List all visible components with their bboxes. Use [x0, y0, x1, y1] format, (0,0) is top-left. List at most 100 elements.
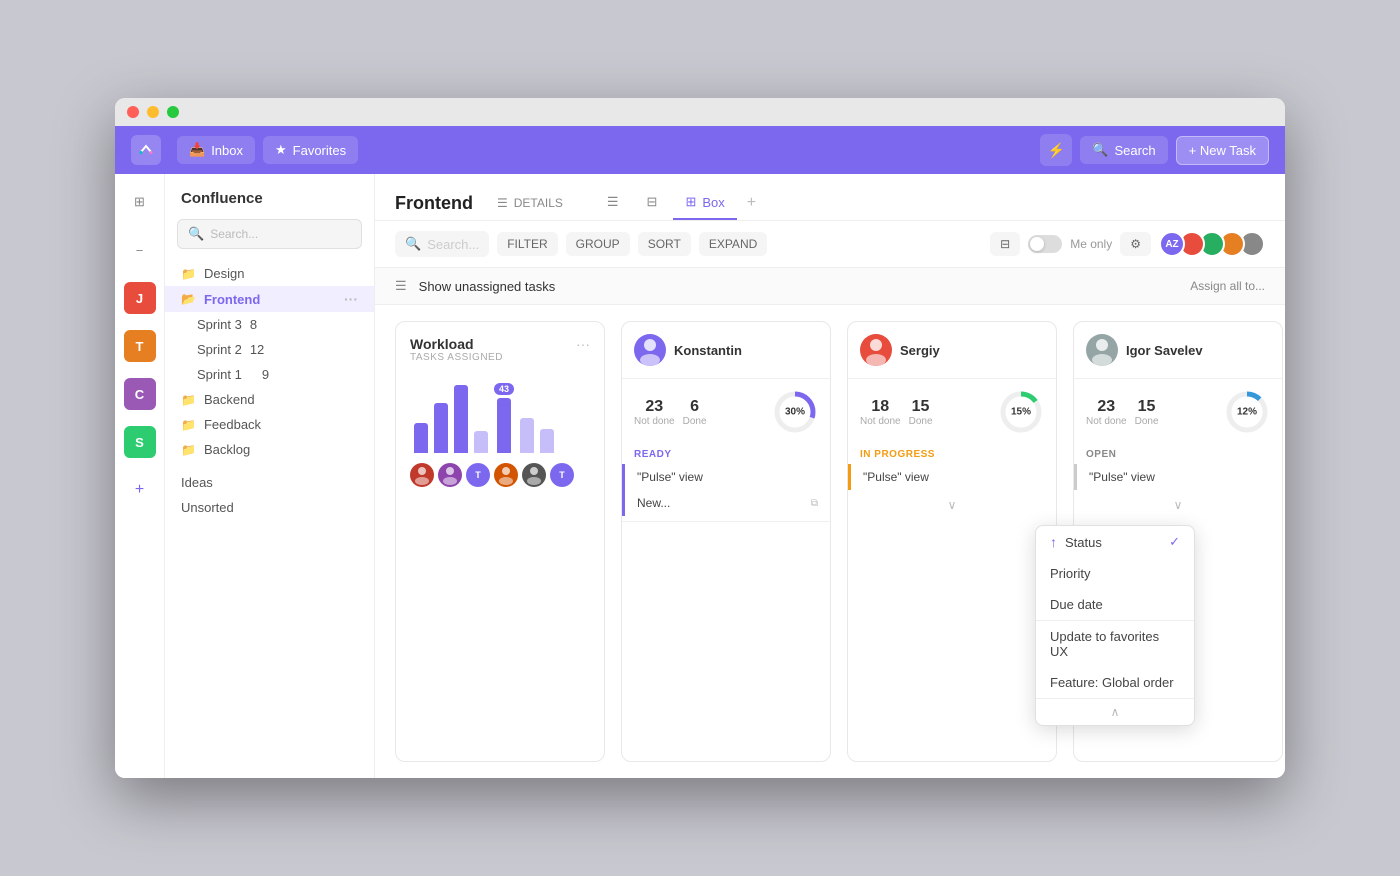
not-done-stat: 18 Not done — [860, 398, 901, 427]
workload-more-button[interactable]: ··· — [576, 336, 590, 352]
topnav-right: ⚡ 🔍 Search + New Task — [1040, 134, 1269, 166]
grid-icon[interactable]: ⊞ — [124, 186, 156, 218]
task-item[interactable]: New... ⧉ — [622, 490, 830, 516]
sidebar-item-design[interactable]: 📁 Design — [165, 261, 374, 286]
sidebar-item-sprint2[interactable]: Sprint 2 12 — [165, 337, 374, 362]
tab-list[interactable]: ☰ — [595, 186, 631, 220]
search-button[interactable]: 🔍 Search — [1080, 136, 1167, 164]
sidebar-item-sprint1[interactable]: Sprint 1 9 — [165, 362, 374, 387]
assign-all-label: Assign all to... — [1190, 279, 1265, 293]
content-area: Frontend ☰ DETAILS ☰ ⊟ ⊞ Box — [375, 174, 1285, 778]
avatar-s[interactable]: S — [124, 426, 156, 458]
sidebar-item-label: Feedback — [204, 417, 261, 432]
collapse-icon[interactable]: − — [124, 234, 156, 266]
board-area: Workload TASKS ASSIGNED ··· — [375, 305, 1285, 778]
content-header: Frontend ☰ DETAILS ☰ ⊟ ⊞ Box — [375, 174, 1285, 221]
sidebar-item-label: Ideas — [181, 475, 213, 490]
sidebar-icons: ⊞ − J T C S + — [115, 174, 165, 778]
workload-subtitle: TASKS ASSIGNED — [410, 352, 503, 363]
sort-label: SORT — [648, 237, 681, 251]
avatar-t[interactable]: T — [124, 330, 156, 362]
search-icon: 🔍 — [188, 226, 204, 242]
more-icon[interactable]: ··· — [344, 291, 358, 307]
new-task-button[interactable]: + New Task — [1176, 136, 1269, 165]
folder-icon: 📁 — [181, 393, 196, 407]
konstantin-avatar — [634, 334, 666, 366]
expand-card-button[interactable]: ∨ — [848, 490, 1056, 520]
bar-badge: 43 — [494, 383, 514, 395]
donut-chart: 30% — [772, 389, 818, 435]
assign-all-button[interactable]: Assign all to... — [1190, 279, 1265, 293]
expand-card-button[interactable]: ∨ — [1074, 490, 1282, 520]
sprint1-count: 9 — [262, 367, 269, 382]
sort-button[interactable]: SORT — [638, 232, 691, 256]
close-button[interactable] — [127, 106, 139, 118]
workload-header: Workload TASKS ASSIGNED ··· — [410, 336, 590, 363]
chart-area: 43 — [410, 373, 590, 453]
board-icon: ⊟ — [647, 194, 658, 210]
avatar-j[interactable]: J — [124, 282, 156, 314]
sidebar-item-sprint3[interactable]: Sprint 3 8 — [165, 312, 374, 337]
igor-avatar — [1086, 334, 1118, 366]
task-item[interactable]: "Pulse" view — [1074, 464, 1282, 490]
sidebar-item-backlog[interactable]: 📁 Backlog — [165, 437, 374, 462]
folder-icon: 📁 — [181, 267, 196, 281]
maximize-button[interactable] — [167, 106, 179, 118]
sidebar-item-feedback[interactable]: 📁 Feedback — [165, 412, 374, 437]
add-workspace-button[interactable]: + — [124, 474, 156, 506]
sprint2-count: 12 — [250, 342, 264, 357]
unassigned-banner: ☰ Show unassigned tasks Assign all to... — [375, 268, 1285, 305]
sidebar-item-unsorted[interactable]: Unsorted — [165, 495, 374, 520]
task-item[interactable]: "Pulse" view — [622, 464, 830, 490]
app-window: 📥 Inbox ★ Favorites ⚡ 🔍 Search + New Tas… — [115, 98, 1285, 778]
sidebar-item-backend[interactable]: 📁 Backend — [165, 387, 374, 412]
not-done-stat: 23 Not done — [634, 398, 675, 427]
add-view-button[interactable]: + — [741, 186, 762, 220]
settings-button[interactable]: ⚙ — [1120, 232, 1151, 256]
status-open: OPEN — [1074, 445, 1282, 464]
sidebar-item-frontend[interactable]: 📂 Frontend ··· — [165, 286, 374, 312]
inbox-button[interactable]: 📥 Inbox — [177, 136, 255, 164]
sidebar-item-ideas[interactable]: Ideas — [165, 470, 374, 495]
bar — [434, 403, 448, 453]
titlebar — [115, 98, 1285, 126]
filter-button[interactable]: FILTER — [497, 232, 557, 256]
expand-button[interactable]: EXPAND — [699, 232, 767, 256]
chart-bar-1 — [414, 423, 428, 453]
search-icon: 🔍 — [405, 236, 421, 252]
person-stats: 18 Not done 15 Done — [848, 379, 1056, 445]
topnav: 📥 Inbox ★ Favorites ⚡ 🔍 Search + New Tas… — [115, 126, 1285, 174]
lightning-button[interactable]: ⚡ — [1040, 134, 1072, 166]
avatars-row: AZ — [1159, 231, 1265, 257]
grid-view-btn[interactable]: ⊟ — [990, 232, 1020, 256]
avatar-c[interactable]: C — [124, 378, 156, 410]
toolbar: 🔍 Search... FILTER GROUP SORT EXPAND ⊟ — [375, 221, 1285, 268]
sidebar-search[interactable]: 🔍 Search... — [177, 219, 362, 249]
status-ready: READY — [622, 445, 830, 464]
task-item[interactable]: "Pulse" view — [848, 464, 1056, 490]
tab-box-label: Box — [702, 195, 724, 210]
chart-bar-4 — [474, 431, 488, 453]
favorites-button[interactable]: ★ Favorites — [263, 136, 358, 164]
group-button[interactable]: GROUP — [566, 232, 630, 256]
w-avatar-4 — [522, 463, 546, 487]
main-layout: ⊞ − J T C S + Confluence 🔍 Search... 📁 D… — [115, 174, 1285, 778]
menu-icon: ☰ — [395, 278, 407, 294]
left-nav: Confluence 🔍 Search... 📁 Design 📂 Fronte… — [165, 174, 375, 778]
details-button[interactable]: ☰ DETAILS — [489, 192, 571, 214]
minimize-button[interactable] — [147, 106, 159, 118]
workload-avatars: T T — [410, 463, 590, 487]
workload-title: Workload — [410, 336, 503, 352]
avatar-az: AZ — [1159, 231, 1185, 257]
search-input[interactable]: 🔍 Search... — [395, 231, 489, 257]
unassigned-text: Show unassigned tasks — [419, 279, 556, 294]
box-icon: ⊞ — [685, 194, 696, 210]
sidebar-item-label: Backend — [204, 392, 255, 407]
tab-box[interactable]: ⊞ Box — [673, 186, 736, 220]
toolbar-right: ⊟ Me only ⚙ AZ — [990, 231, 1265, 257]
tab-board[interactable]: ⊟ — [635, 186, 670, 220]
expand-label: EXPAND — [709, 237, 757, 251]
me-only-toggle[interactable] — [1028, 235, 1062, 253]
group-label: GROUP — [576, 237, 620, 251]
sergiy-name: Sergiy — [900, 343, 940, 358]
